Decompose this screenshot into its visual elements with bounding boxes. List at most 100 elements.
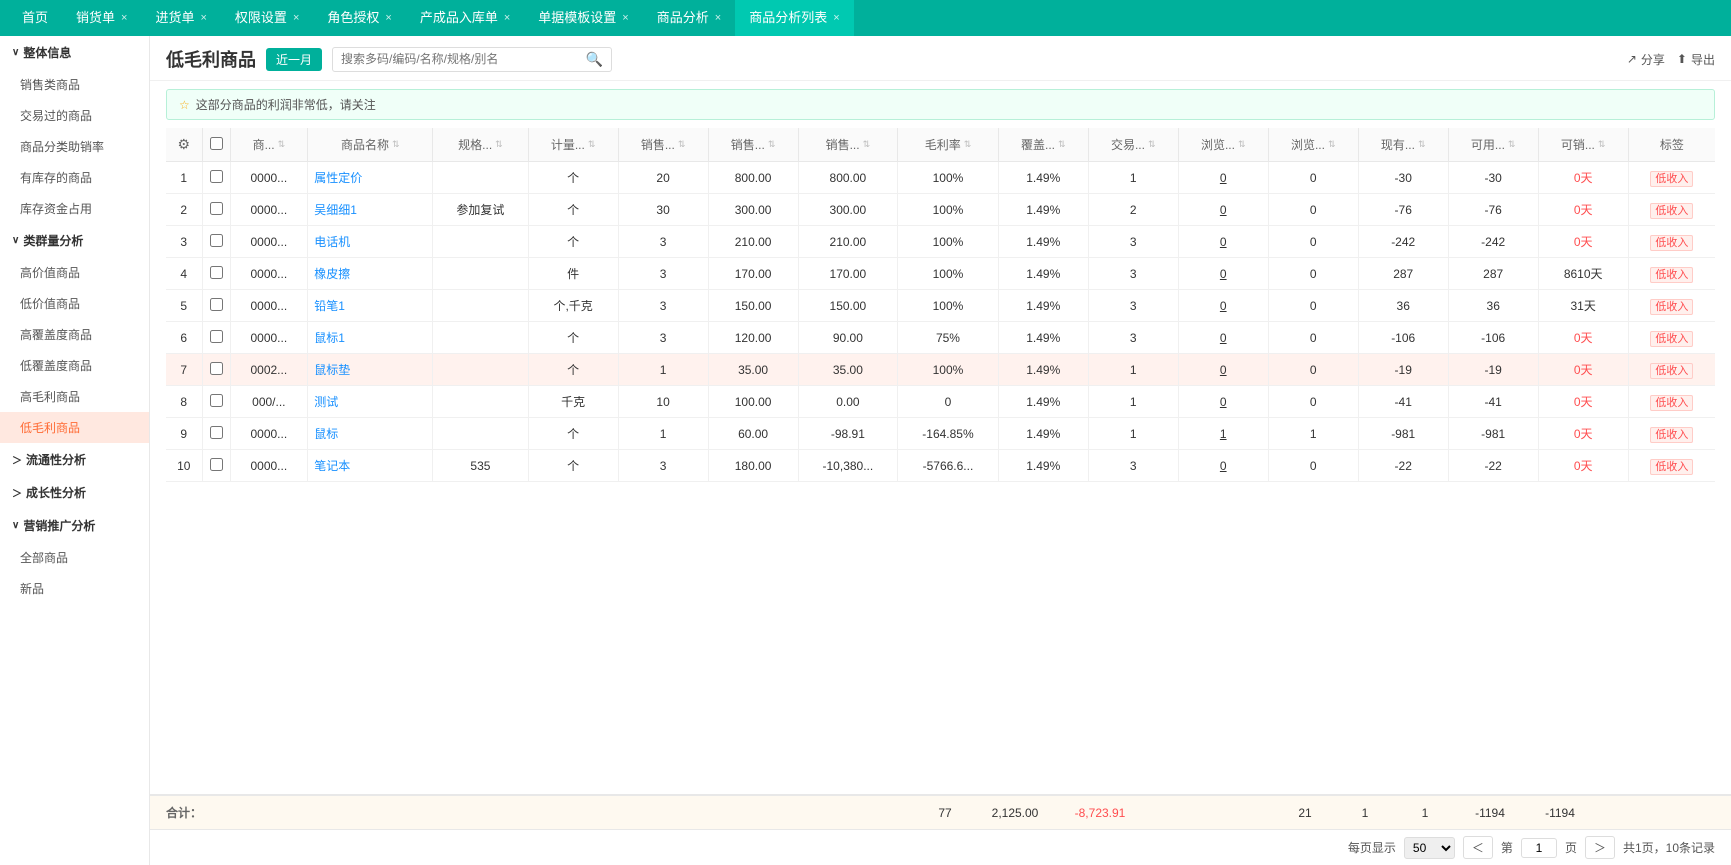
col-views1[interactable]: 浏览...⇅ bbox=[1178, 128, 1268, 162]
col-sellable[interactable]: 可销...⇅ bbox=[1538, 128, 1628, 162]
sidebar-group-cluster[interactable]: ∨ 类群量分析 bbox=[0, 224, 149, 257]
search-input[interactable] bbox=[341, 52, 586, 66]
nav-close-template[interactable]: × bbox=[622, 0, 628, 36]
col-current-stock[interactable]: 现有...⇅ bbox=[1358, 128, 1448, 162]
sidebar-group-liquidity[interactable]: ＞ 流通性分析 bbox=[0, 443, 149, 476]
row-views1-8[interactable]: 1 bbox=[1178, 418, 1268, 450]
sidebar-group-marketing[interactable]: ∨ 营销推广分析 bbox=[0, 509, 149, 542]
nav-close-sales[interactable]: × bbox=[121, 0, 127, 36]
select-all-checkbox[interactable] bbox=[210, 137, 223, 150]
search-icon[interactable]: 🔍 bbox=[586, 51, 603, 68]
col-tag[interactable]: 标签 bbox=[1628, 128, 1715, 162]
row-views1-3[interactable]: 0 bbox=[1178, 258, 1268, 290]
nav-item-home[interactable]: 首页 bbox=[8, 0, 62, 36]
row-checkbox-8[interactable] bbox=[202, 418, 230, 450]
sidebar-item-low-margin[interactable]: 低毛利商品 bbox=[0, 412, 149, 443]
row-spec-7 bbox=[433, 386, 528, 418]
col-gross-margin[interactable]: 毛利率⇅ bbox=[898, 128, 999, 162]
row-name-6[interactable]: 鼠标垫 bbox=[308, 354, 433, 386]
col-coverage[interactable]: 覆盖...⇅ bbox=[998, 128, 1088, 162]
table-header-row: ⚙ 商...⇅ 商品名称⇅ 规格...⇅ 计量...⇅ 销售...⇅ 销售...… bbox=[166, 128, 1715, 162]
nav-item-purchase[interactable]: 进货单 × bbox=[141, 0, 220, 36]
nav-item-permissions[interactable]: 权限设置 × bbox=[221, 0, 313, 36]
col-code[interactable]: 商...⇅ bbox=[230, 128, 308, 162]
row-checkbox-9[interactable] bbox=[202, 450, 230, 482]
col-sales-price[interactable]: 销售...⇅ bbox=[708, 128, 798, 162]
row-transactions-5: 3 bbox=[1088, 322, 1178, 354]
nav-close-product-analysis[interactable]: × bbox=[715, 0, 721, 36]
next-page-btn[interactable]: ＞ bbox=[1585, 836, 1615, 859]
total-sales-price: 2,125.00 bbox=[975, 806, 1055, 820]
share-button[interactable]: ↗ 分享 bbox=[1627, 51, 1665, 68]
col-sales-qty[interactable]: 销售...⇅ bbox=[618, 128, 708, 162]
filter-btn-month[interactable]: 近一月 bbox=[266, 48, 322, 71]
nav-item-template[interactable]: 单据模板设置 × bbox=[524, 0, 642, 36]
sidebar-group-growth[interactable]: ＞ 成长性分析 bbox=[0, 476, 149, 509]
sidebar-item-traded-products[interactable]: 交易过的商品 bbox=[0, 100, 149, 131]
row-views1-4[interactable]: 0 bbox=[1178, 290, 1268, 322]
row-name-9[interactable]: 笔记本 bbox=[308, 450, 433, 482]
table-row: 7 0002... 鼠标垫 个 1 35.00 35.00 100% 1.49%… bbox=[166, 354, 1715, 386]
settings-icon[interactable]: ⚙ bbox=[177, 136, 190, 152]
row-name-1[interactable]: 吴细细1 bbox=[308, 194, 433, 226]
row-checkbox-6[interactable] bbox=[202, 354, 230, 386]
nav-item-sales[interactable]: 销货单 × bbox=[62, 0, 141, 36]
row-name-2[interactable]: 电话机 bbox=[308, 226, 433, 258]
page-size-select[interactable]: 50 100 200 bbox=[1404, 837, 1455, 859]
sidebar-item-new-products[interactable]: 新品 bbox=[0, 573, 149, 604]
col-sales-amount[interactable]: 销售...⇅ bbox=[798, 128, 898, 162]
prev-page-btn[interactable]: ＜ bbox=[1463, 836, 1493, 859]
row-name-0[interactable]: 属性定价 bbox=[308, 162, 433, 194]
row-views1-7[interactable]: 0 bbox=[1178, 386, 1268, 418]
row-checkbox-3[interactable] bbox=[202, 258, 230, 290]
pagination-bar: 每页显示 50 100 200 ＜ 第 页 ＞ 共1页，10条记录 bbox=[150, 829, 1731, 865]
sidebar-item-low-value[interactable]: 低价值商品 bbox=[0, 288, 149, 319]
sidebar-item-capital[interactable]: 库存资金占用 bbox=[0, 193, 149, 224]
row-name-3[interactable]: 橡皮擦 bbox=[308, 258, 433, 290]
sidebar-item-stock-products[interactable]: 有库存的商品 bbox=[0, 162, 149, 193]
sidebar-item-all-products[interactable]: 全部商品 bbox=[0, 542, 149, 573]
row-views1-0[interactable]: 0 bbox=[1178, 162, 1268, 194]
col-spec[interactable]: 规格...⇅ bbox=[433, 128, 528, 162]
sidebar-item-category-rate[interactable]: 商品分类助销率 bbox=[0, 131, 149, 162]
row-checkbox-2[interactable] bbox=[202, 226, 230, 258]
row-checkbox-1[interactable] bbox=[202, 194, 230, 226]
row-current-stock-0: -30 bbox=[1358, 162, 1448, 194]
sidebar-item-high-coverage[interactable]: 高覆盖度商品 bbox=[0, 319, 149, 350]
row-name-7[interactable]: 测试 bbox=[308, 386, 433, 418]
nav-close-product-list[interactable]: × bbox=[833, 0, 839, 36]
row-name-8[interactable]: 鼠标 bbox=[308, 418, 433, 450]
row-name-4[interactable]: 铅笔1 bbox=[308, 290, 433, 322]
row-views1-1[interactable]: 0 bbox=[1178, 194, 1268, 226]
sidebar-group-overview[interactable]: ∨ 整体信息 bbox=[0, 36, 149, 69]
nav-item-product-warehouse[interactable]: 产成品入库单 × bbox=[406, 0, 524, 36]
nav-close-roles[interactable]: × bbox=[385, 0, 391, 36]
nav-item-roles[interactable]: 角色授权 × bbox=[313, 0, 405, 36]
col-views2[interactable]: 浏览...⇅ bbox=[1268, 128, 1358, 162]
sidebar-item-sales-products[interactable]: 销售类商品 bbox=[0, 69, 149, 100]
row-views1-6[interactable]: 0 bbox=[1178, 354, 1268, 386]
row-checkbox-4[interactable] bbox=[202, 290, 230, 322]
col-transactions[interactable]: 交易...⇅ bbox=[1088, 128, 1178, 162]
row-name-5[interactable]: 鼠标1 bbox=[308, 322, 433, 354]
row-views1-2[interactable]: 0 bbox=[1178, 226, 1268, 258]
col-available[interactable]: 可用...⇅ bbox=[1448, 128, 1538, 162]
row-views1-9[interactable]: 0 bbox=[1178, 450, 1268, 482]
nav-item-product-analysis[interactable]: 商品分析 × bbox=[643, 0, 735, 36]
row-views1-5[interactable]: 0 bbox=[1178, 322, 1268, 354]
nav-close-product-warehouse[interactable]: × bbox=[504, 0, 510, 36]
nav-close-purchase[interactable]: × bbox=[200, 0, 206, 36]
sidebar-item-high-value[interactable]: 高价值商品 bbox=[0, 257, 149, 288]
row-checkbox-0[interactable] bbox=[202, 162, 230, 194]
export-button[interactable]: ⬆ 导出 bbox=[1677, 51, 1715, 68]
sidebar-item-low-coverage[interactable]: 低覆盖度商品 bbox=[0, 350, 149, 381]
sidebar-item-high-margin[interactable]: 高毛利商品 bbox=[0, 381, 149, 412]
nav-close-permissions[interactable]: × bbox=[293, 0, 299, 36]
page-number-input[interactable] bbox=[1521, 838, 1557, 858]
col-name[interactable]: 商品名称⇅ bbox=[308, 128, 433, 162]
row-checkbox-7[interactable] bbox=[202, 386, 230, 418]
row-checkbox-5[interactable] bbox=[202, 322, 230, 354]
col-unit[interactable]: 计量...⇅ bbox=[528, 128, 618, 162]
col-settings[interactable]: ⚙ bbox=[166, 128, 202, 162]
nav-item-product-list[interactable]: 商品分析列表 × bbox=[735, 0, 853, 36]
